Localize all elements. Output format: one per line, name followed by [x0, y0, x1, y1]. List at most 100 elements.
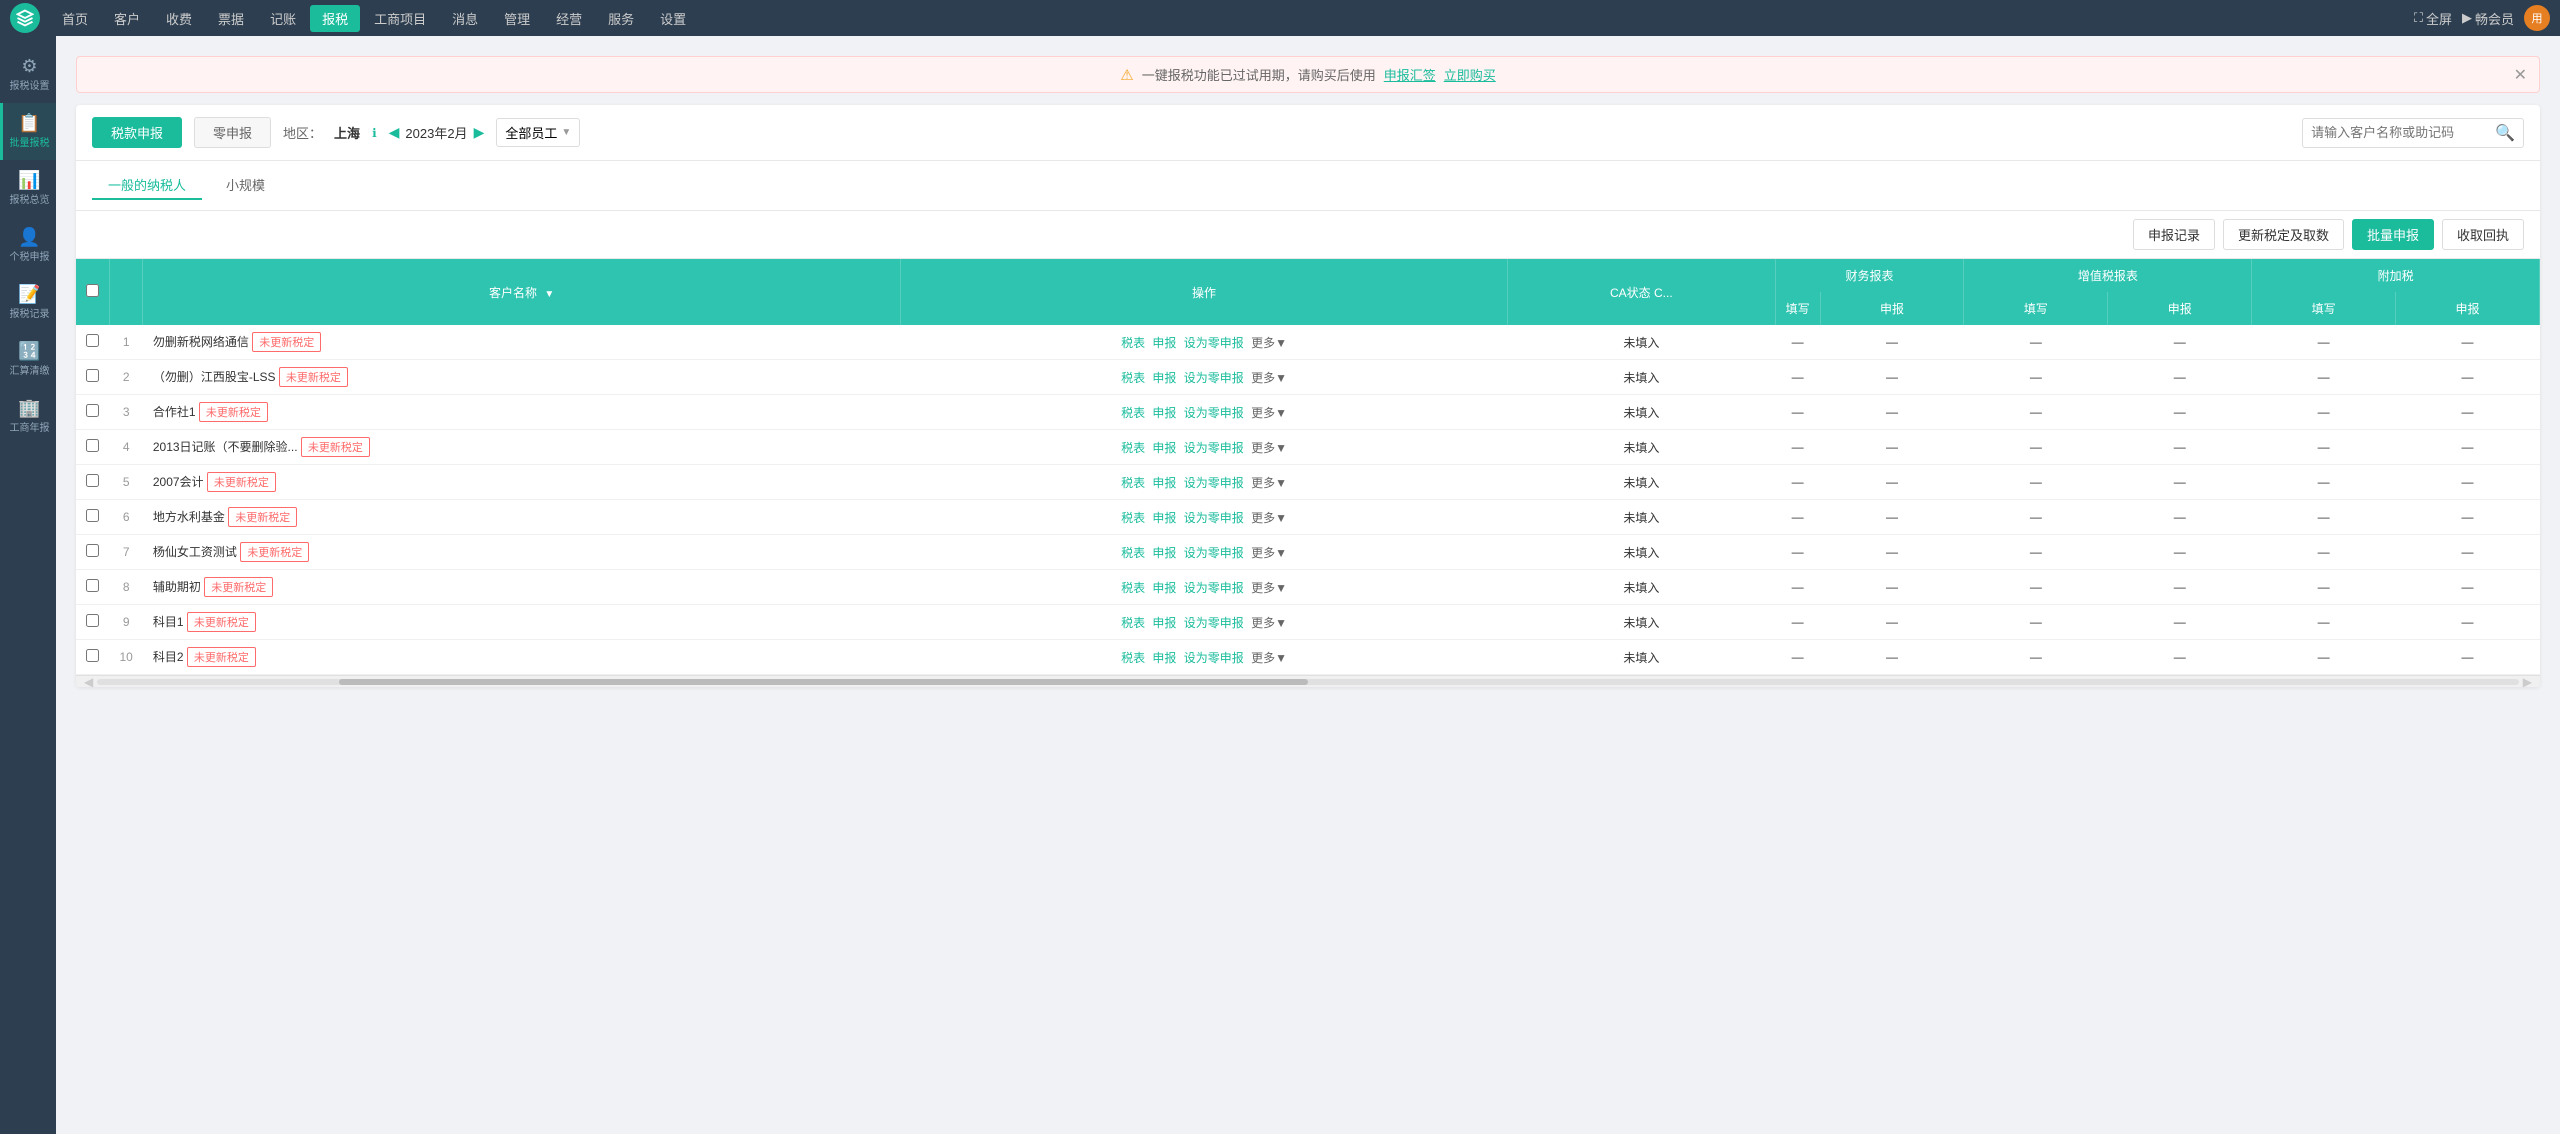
- op-report[interactable]: 申报: [1152, 546, 1176, 560]
- op-tax-form[interactable]: 税表: [1121, 336, 1145, 350]
- search-input[interactable]: [2311, 125, 2491, 140]
- horizontal-scrollbar[interactable]: ◀ ▶: [76, 675, 2540, 687]
- op-tax-form[interactable]: 税表: [1121, 511, 1145, 525]
- row-checkbox-1[interactable]: [86, 369, 99, 382]
- nav-item-收费[interactable]: 收费: [154, 5, 204, 32]
- op-zero-report[interactable]: 设为零申报: [1184, 336, 1244, 350]
- op-report[interactable]: 申报: [1152, 406, 1176, 420]
- sidebar-item-个税申报[interactable]: 👤 个税申报: [0, 217, 56, 274]
- prev-month-button[interactable]: ◀: [389, 124, 400, 141]
- next-month-button[interactable]: ▶: [474, 124, 485, 141]
- op-zero-report[interactable]: 设为零申报: [1184, 371, 1244, 385]
- row-vat-rep: —: [2108, 535, 2252, 570]
- name-sort-icon[interactable]: ▼: [544, 289, 554, 300]
- op-tax-form[interactable]: 税表: [1121, 546, 1145, 560]
- status-badge: 未更新税定: [187, 647, 256, 667]
- tax-declare-tab[interactable]: 税款申报: [92, 117, 182, 148]
- nav-item-工商项目[interactable]: 工商项目: [362, 5, 438, 32]
- avatar[interactable]: 用: [2524, 5, 2550, 31]
- op-more[interactable]: 更多▼: [1251, 616, 1287, 630]
- retrieve-button[interactable]: 收取回执: [2442, 219, 2524, 250]
- row-checkbox-6[interactable]: [86, 544, 99, 557]
- staff-selector[interactable]: 全部员工 ▼: [496, 118, 580, 147]
- zero-declare-tab[interactable]: 零申报: [194, 117, 271, 148]
- row-checkbox-4[interactable]: [86, 474, 99, 487]
- general-taxpayer-tab[interactable]: 一般的纳税人: [92, 171, 202, 200]
- op-more[interactable]: 更多▼: [1251, 511, 1287, 525]
- row-checkbox-0[interactable]: [86, 334, 99, 347]
- op-more[interactable]: 更多▼: [1251, 406, 1287, 420]
- nav-item-服务[interactable]: 服务: [596, 5, 646, 32]
- op-report[interactable]: 申报: [1152, 441, 1176, 455]
- row-checkbox-9[interactable]: [86, 649, 99, 662]
- nav-item-客户[interactable]: 客户: [102, 5, 152, 32]
- search-icon[interactable]: 🔍: [2495, 123, 2515, 143]
- nav-item-消息[interactable]: 消息: [440, 5, 490, 32]
- op-zero-report[interactable]: 设为零申报: [1184, 616, 1244, 630]
- op-zero-report[interactable]: 设为零申报: [1184, 546, 1244, 560]
- row-fin-rep: —: [1820, 535, 1964, 570]
- sidebar-item-报税记录[interactable]: 📝 报税记录: [0, 274, 56, 331]
- row-checkbox-8[interactable]: [86, 614, 99, 627]
- row-checkbox-3[interactable]: [86, 439, 99, 452]
- op-tax-form[interactable]: 税表: [1121, 441, 1145, 455]
- scroll-left-arrow[interactable]: ◀: [80, 675, 97, 688]
- op-more[interactable]: 更多▼: [1251, 441, 1287, 455]
- op-report[interactable]: 申报: [1152, 336, 1176, 350]
- sidebar-item-报税设置[interactable]: ⚙ 报税设置: [0, 46, 56, 103]
- sidebar-label: 报税总览: [10, 195, 50, 207]
- nav-item-首页[interactable]: 首页: [50, 5, 100, 32]
- op-report[interactable]: 申报: [1152, 371, 1176, 385]
- op-zero-report[interactable]: 设为零申报: [1184, 476, 1244, 490]
- op-more[interactable]: 更多▼: [1251, 476, 1287, 490]
- op-more[interactable]: 更多▼: [1251, 581, 1287, 595]
- op-tax-form[interactable]: 税表: [1121, 616, 1145, 630]
- op-zero-report[interactable]: 设为零申报: [1184, 581, 1244, 595]
- op-report[interactable]: 申报: [1152, 581, 1176, 595]
- op-tax-form[interactable]: 税表: [1121, 371, 1145, 385]
- appeal-link[interactable]: 申报汇签: [1384, 65, 1436, 84]
- nav-item-设置[interactable]: 设置: [648, 5, 698, 32]
- op-tax-form[interactable]: 税表: [1121, 581, 1145, 595]
- op-tax-form[interactable]: 税表: [1121, 651, 1145, 665]
- scroll-thumb[interactable]: [339, 679, 1308, 685]
- op-report[interactable]: 申报: [1152, 476, 1176, 490]
- op-zero-report[interactable]: 设为零申报: [1184, 651, 1244, 665]
- op-zero-report[interactable]: 设为零申报: [1184, 441, 1244, 455]
- row-checkbox-2[interactable]: [86, 404, 99, 417]
- row-checkbox-7[interactable]: [86, 579, 99, 592]
- op-report[interactable]: 申报: [1152, 511, 1176, 525]
- op-more[interactable]: 更多▼: [1251, 371, 1287, 385]
- op-tax-form[interactable]: 税表: [1121, 406, 1145, 420]
- update-button[interactable]: 更新税定及取数: [2223, 219, 2344, 250]
- sidebar-item-汇算清缴[interactable]: 🔢 汇算清缴: [0, 331, 56, 388]
- record-button[interactable]: 申报记录: [2133, 219, 2215, 250]
- nav-item-报税[interactable]: 报税: [310, 5, 360, 32]
- close-banner-button[interactable]: ✕: [2514, 65, 2527, 85]
- select-all-checkbox[interactable]: [86, 284, 99, 297]
- op-report[interactable]: 申报: [1152, 616, 1176, 630]
- top-navigation: 首页客户收费票据记账报税工商项目消息管理经营服务设置 ⛶ 全屏 ▶ 畅会员 用: [0, 0, 2560, 36]
- nav-item-管理[interactable]: 管理: [492, 5, 542, 32]
- fullscreen-button[interactable]: ⛶ 全屏: [2414, 9, 2452, 28]
- op-zero-report[interactable]: 设为零申报: [1184, 511, 1244, 525]
- sidebar-item-报税总览[interactable]: 📊 报税总览: [0, 160, 56, 217]
- nav-item-票据[interactable]: 票据: [206, 5, 256, 32]
- batch-submit-button[interactable]: 批量申报: [2352, 219, 2434, 250]
- op-more[interactable]: 更多▼: [1251, 651, 1287, 665]
- region-info-icon[interactable]: ℹ: [372, 126, 377, 140]
- member-button[interactable]: ▶ 畅会员: [2462, 9, 2514, 28]
- nav-item-经营[interactable]: 经营: [544, 5, 594, 32]
- nav-item-记账[interactable]: 记账: [258, 5, 308, 32]
- op-zero-report[interactable]: 设为零申报: [1184, 406, 1244, 420]
- op-more[interactable]: 更多▼: [1251, 336, 1287, 350]
- scroll-right-arrow[interactable]: ▶: [2519, 675, 2536, 688]
- sidebar-item-批量报税[interactable]: 📋 批量报税: [0, 103, 56, 160]
- op-tax-form[interactable]: 税表: [1121, 476, 1145, 490]
- row-checkbox-5[interactable]: [86, 509, 99, 522]
- purchase-link[interactable]: 立即购买: [1444, 65, 1496, 84]
- sidebar-item-工商年报[interactable]: 🏢 工商年报: [0, 388, 56, 445]
- op-more[interactable]: 更多▼: [1251, 546, 1287, 560]
- op-report[interactable]: 申报: [1152, 651, 1176, 665]
- small-scale-tab[interactable]: 小规模: [210, 171, 281, 200]
